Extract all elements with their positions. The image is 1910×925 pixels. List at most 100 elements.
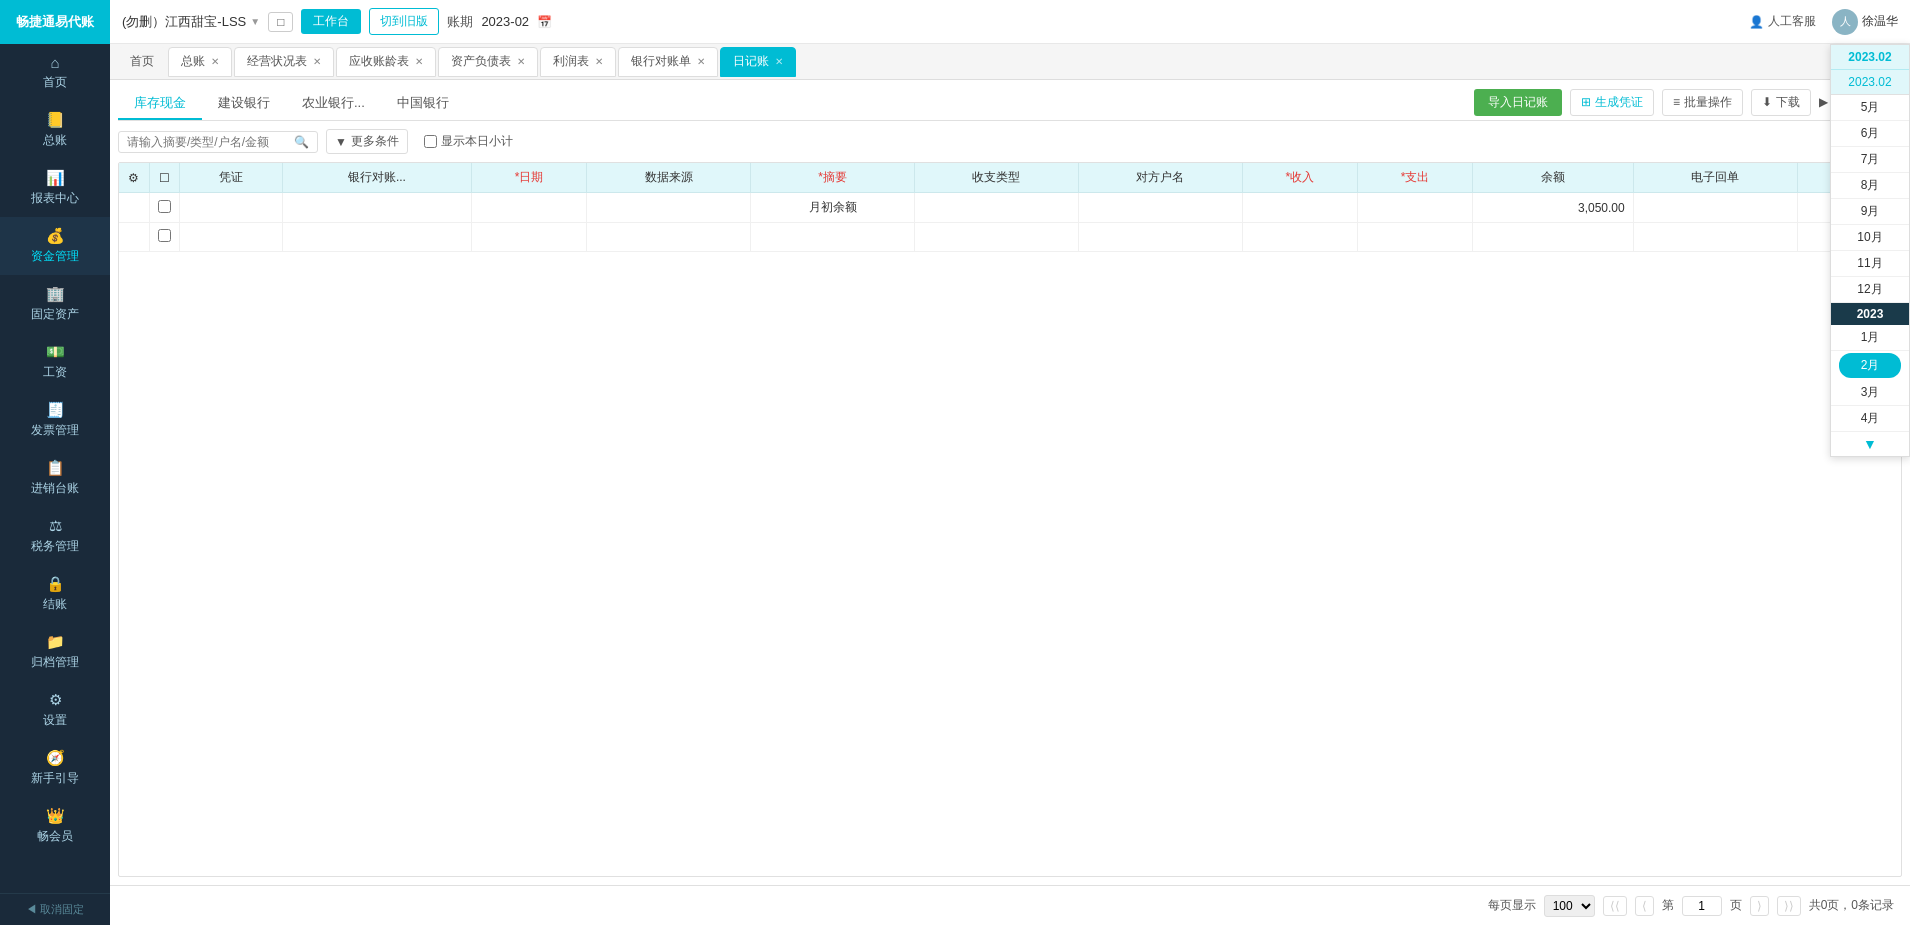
finance-icon: 💰 [46, 227, 65, 245]
sidebar-item-ledger[interactable]: 📒 总账 [0, 101, 110, 159]
sidebar-item-closing[interactable]: 🔒 结账 [0, 565, 110, 623]
table-footer: 每页显示 100 10 20 50 ⟨⟨ ⟨ 第 页 ⟩ ⟩⟩ 共0页，0条记录 [110, 885, 1910, 925]
dp-month-1[interactable]: 1月 [1831, 325, 1909, 351]
gen-voucher-button[interactable]: ⊞ 生成凭证 [1570, 89, 1654, 116]
row-settings[interactable] [119, 193, 149, 223]
search-box[interactable]: 🔍 [118, 131, 318, 153]
sidebar-item-home[interactable]: ⌂ 首页 [0, 44, 110, 101]
tab-journal[interactable]: 日记账 ✕ [720, 47, 796, 77]
sidebar-item-guide[interactable]: 🧭 新手引导 [0, 739, 110, 797]
subtab-zhongguo[interactable]: 中国银行 [381, 88, 465, 120]
tab-ledger[interactable]: 总账 ✕ [168, 47, 232, 77]
guide-icon: 🧭 [46, 749, 65, 767]
th-checkbox[interactable]: ☐ [149, 163, 179, 193]
download-button[interactable]: ⬇ 下载 [1751, 89, 1811, 116]
date-panel: 2023.02 2023.02 5月 6月 7月 8月 9月 10月 11月 1… [1830, 44, 1910, 457]
period-label: 账期 [447, 13, 473, 31]
dp-month-6[interactable]: 6月 [1831, 121, 1909, 147]
tab-ledger-close[interactable]: ✕ [211, 56, 219, 67]
row-checkbox[interactable] [149, 193, 179, 223]
row-checkbox[interactable] [149, 223, 179, 252]
tab-receivable[interactable]: 应收账龄表 ✕ [336, 47, 436, 77]
th-electronic: 电子回单 [1633, 163, 1797, 193]
sidebar-item-reports[interactable]: 📊 报表中心 [0, 159, 110, 217]
th-bankref: 银行对账... [282, 163, 471, 193]
dp-year-2023-top2[interactable]: 2023.02 [1831, 70, 1909, 95]
sidebar-item-assets[interactable]: 🏢 固定资产 [0, 275, 110, 333]
th-income: *收入 [1242, 163, 1357, 193]
sidebar-item-settings[interactable]: ⚙ 设置 [0, 681, 110, 739]
dp-chevron-down[interactable]: ▼ [1831, 432, 1909, 456]
sidebar-item-archive[interactable]: 📁 归档管理 [0, 623, 110, 681]
settings-icon: ⚙ [49, 691, 62, 709]
daily-checkbox-input[interactable] [424, 135, 437, 148]
more-filter-button[interactable]: ▼ 更多条件 [326, 129, 408, 154]
dp-month-8[interactable]: 8月 [1831, 173, 1909, 199]
sidebar-unpin[interactable]: ◀ 取消固定 [0, 893, 110, 925]
tab-receivable-label: 应收账龄表 [349, 53, 409, 70]
first-page-button[interactable]: ⟨⟨ [1603, 896, 1627, 916]
sidebar-item-tax[interactable]: ⚖ 税务管理 [0, 507, 110, 565]
subtab-cash[interactable]: 库存现金 [118, 88, 202, 120]
subtab-jianshe[interactable]: 建设银行 [202, 88, 286, 120]
row-settings[interactable] [119, 223, 149, 252]
dp-month-11[interactable]: 11月 [1831, 251, 1909, 277]
batch-button[interactable]: ≡ 批量操作 [1662, 89, 1743, 116]
filter-icon: ▼ [335, 135, 347, 149]
per-page-select[interactable]: 100 10 20 50 [1544, 895, 1595, 917]
tab-asset-close[interactable]: ✕ [517, 56, 525, 67]
assets-icon: 🏢 [46, 285, 65, 303]
period-value: 2023-02 [481, 14, 529, 29]
tab-bankbook[interactable]: 银行对账单 ✕ [618, 47, 718, 77]
sidebar-item-salary[interactable]: 💵 工资 [0, 333, 110, 391]
dp-month-5[interactable]: 5月 [1831, 95, 1909, 121]
closing-icon: 🔒 [46, 575, 65, 593]
tab-bankbook-close[interactable]: ✕ [697, 56, 705, 67]
dp-month-2-active[interactable]: 2月 [1839, 353, 1901, 378]
sidebar-item-member[interactable]: 👑 畅会员 [0, 797, 110, 855]
tab-profit-close[interactable]: ✕ [595, 56, 603, 67]
dp-month-7[interactable]: 7月 [1831, 147, 1909, 173]
last-page-button[interactable]: ⟩⟩ [1777, 896, 1801, 916]
tab-profit-label: 利润表 [553, 53, 589, 70]
tab-profit[interactable]: 利润表 ✕ [540, 47, 616, 77]
tab-asset[interactable]: 资产负债表 ✕ [438, 47, 538, 77]
dp-month-10[interactable]: 10月 [1831, 225, 1909, 251]
per-page-label: 每页显示 [1488, 897, 1536, 914]
page-input[interactable] [1682, 896, 1722, 916]
user-menu[interactable]: 人 徐温华 [1832, 9, 1898, 35]
th-source: 数据来源 [587, 163, 751, 193]
show-daily-checkbox[interactable]: 显示本日小计 [424, 133, 513, 150]
sidebar-item-invoice[interactable]: 🧾 发票管理 [0, 391, 110, 449]
subtab-nongye[interactable]: 农业银行... [286, 88, 381, 120]
th-settings[interactable]: ⚙ [119, 163, 149, 193]
tab-business[interactable]: 经营状况表 ✕ [234, 47, 334, 77]
next-page-button[interactable]: ⟩ [1750, 896, 1769, 916]
topbar: (勿删）江西甜宝-LSS ▼ □ 工作台 切到旧版 账期 2023-02 📅 👤… [110, 0, 1910, 44]
copy-button[interactable]: □ [268, 12, 293, 32]
row-summary: 月初余额 [751, 193, 915, 223]
tab-receivable-close[interactable]: ✕ [415, 56, 423, 67]
dp-month-9[interactable]: 9月 [1831, 199, 1909, 225]
dp-month-12[interactable]: 12月 [1831, 277, 1909, 303]
history-button[interactable]: 切到旧版 [369, 8, 439, 35]
tabbar: 首页 总账 ✕ 经营状况表 ✕ 应收账龄表 ✕ 资产负债表 ✕ 利润表 ✕ 银行… [110, 44, 1910, 80]
calendar-icon[interactable]: 📅 [537, 15, 552, 29]
sidebar-item-sales[interactable]: 📋 进销台账 [0, 449, 110, 507]
workspace-button[interactable]: 工作台 [301, 9, 361, 34]
tab-home[interactable]: 首页 [118, 47, 166, 77]
dp-current-year-label[interactable]: 2023 [1831, 303, 1909, 325]
company-selector[interactable]: (勿删）江西甜宝-LSS ▼ [122, 13, 260, 31]
service-button[interactable]: 👤 人工客服 [1749, 13, 1816, 30]
th-voucher: 凭证 [179, 163, 282, 193]
dp-month-4[interactable]: 4月 [1831, 406, 1909, 432]
sidebar-item-finance[interactable]: 💰 资金管理 [0, 217, 110, 275]
prev-page-button[interactable]: ⟨ [1635, 896, 1654, 916]
tab-journal-close[interactable]: ✕ [775, 56, 783, 67]
dp-year-2023-top[interactable]: 2023.02 [1831, 45, 1909, 70]
dp-month-3[interactable]: 3月 [1831, 380, 1909, 406]
avatar: 人 [1832, 9, 1858, 35]
import-journal-button[interactable]: 导入日记账 [1474, 89, 1562, 116]
tab-business-close[interactable]: ✕ [313, 56, 321, 67]
search-input[interactable] [127, 135, 290, 149]
